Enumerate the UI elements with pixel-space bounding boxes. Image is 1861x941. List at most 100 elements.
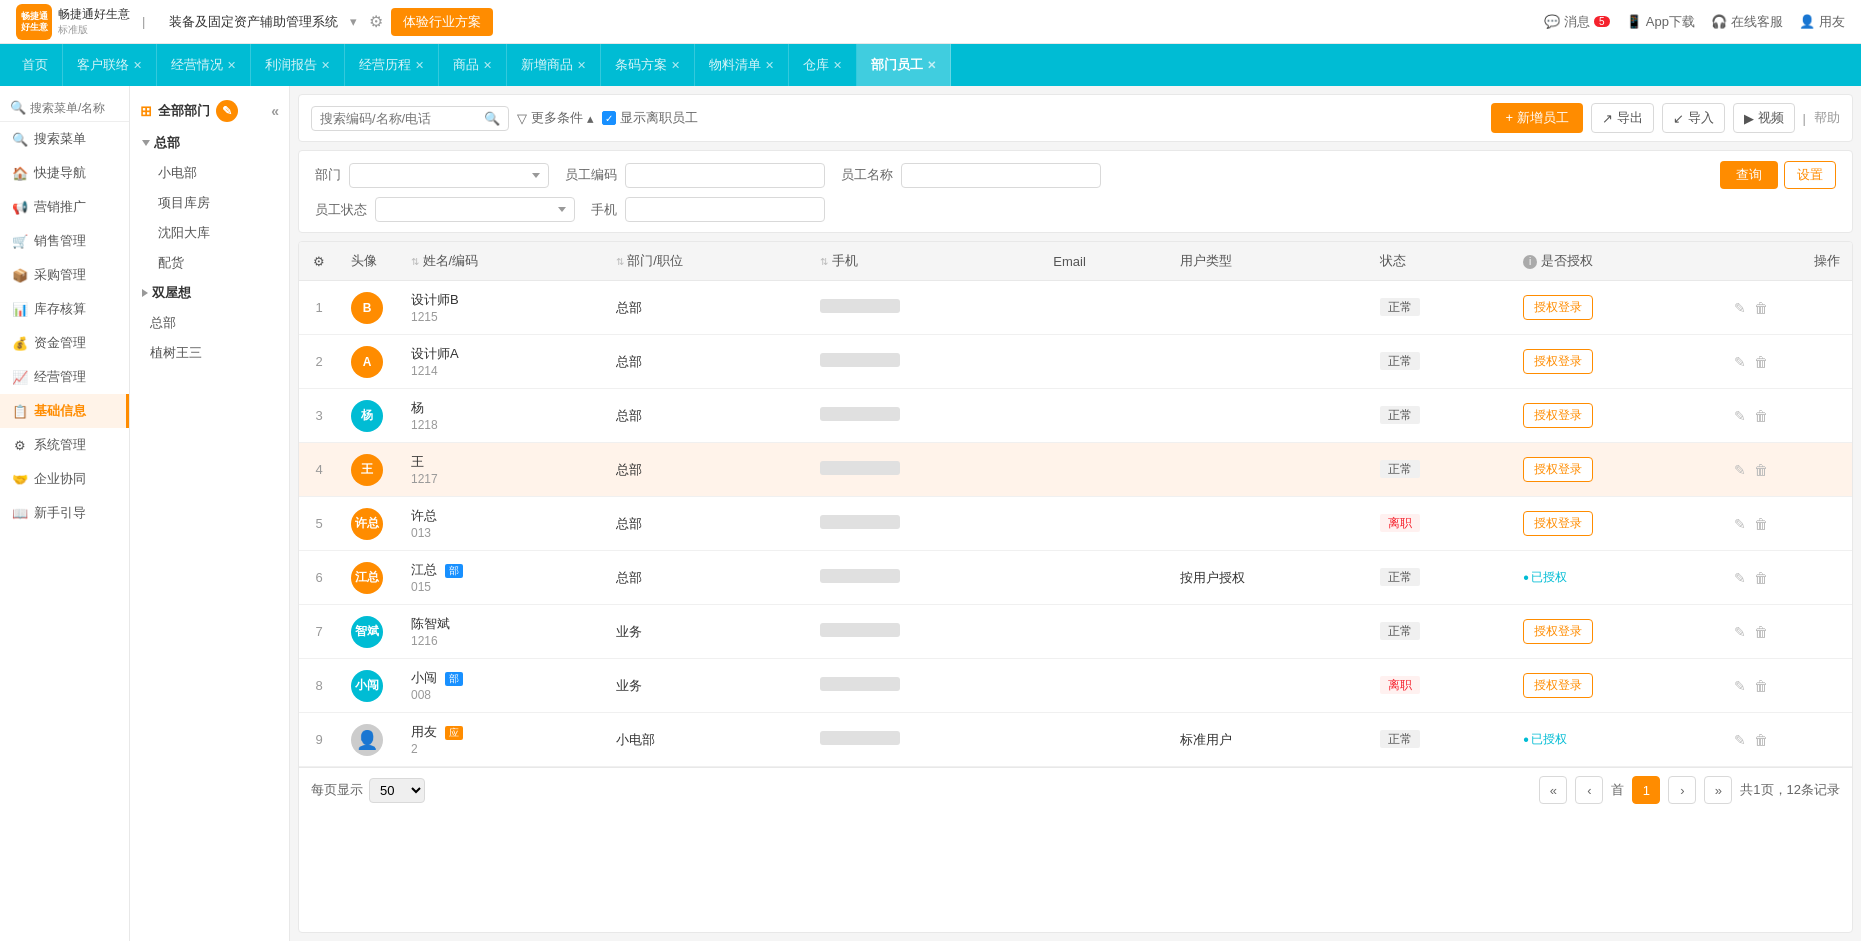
tab-close-warehouse[interactable]: ✕ xyxy=(833,59,842,72)
tab-bom[interactable]: 物料清单 ✕ xyxy=(695,44,789,86)
next-page-btn[interactable]: › xyxy=(1668,776,1696,804)
dept-collapse-button[interactable]: « xyxy=(271,103,279,119)
import-button[interactable]: ↙ 导入 xyxy=(1662,103,1725,133)
auth-login-button[interactable]: 授权登录 xyxy=(1523,673,1593,698)
emp-status-select[interactable] xyxy=(375,197,575,222)
tab-profit[interactable]: 利润报告 ✕ xyxy=(251,44,345,86)
dept-item-shenyang[interactable]: 沈阳大库 xyxy=(130,218,289,248)
col-settings[interactable]: ⚙ xyxy=(299,242,339,281)
set-button[interactable]: 设置 xyxy=(1784,161,1836,189)
col-settings-icon[interactable]: ⚙ xyxy=(313,254,325,269)
auth-login-button[interactable]: 授权登录 xyxy=(1523,511,1593,536)
dept-group-zongbu[interactable]: 总部 xyxy=(130,128,289,158)
sidebar-item-inventory[interactable]: 📊 库存核算 xyxy=(0,292,129,326)
prev-page-btn[interactable]: ‹ xyxy=(1575,776,1603,804)
dept-item-zongbu[interactable]: 总部 xyxy=(130,308,289,338)
delete-icon[interactable]: 🗑 xyxy=(1754,516,1768,532)
edit-icon[interactable]: ✎ xyxy=(1734,624,1746,640)
delete-icon[interactable]: 🗑 xyxy=(1754,570,1768,586)
more-filter-button[interactable]: ▽ 更多条件 ▴ xyxy=(517,109,594,127)
dept-item-peihuo[interactable]: 配货 xyxy=(130,248,289,278)
auth-login-button[interactable]: 授权登录 xyxy=(1523,403,1593,428)
emp-code-input[interactable] xyxy=(625,163,825,188)
col-name[interactable]: ⇅ 姓名/编码 xyxy=(399,242,604,281)
tab-close-barcode[interactable]: ✕ xyxy=(671,59,680,72)
add-employee-button[interactable]: + 新增员工 xyxy=(1491,103,1582,133)
sidebar-search-input[interactable] xyxy=(30,101,110,115)
tab-close-new-goods[interactable]: ✕ xyxy=(577,59,586,72)
sidebar-item-guide[interactable]: 📖 新手引导 xyxy=(0,496,129,530)
edit-icon[interactable]: ✎ xyxy=(1734,570,1746,586)
edit-icon[interactable]: ✎ xyxy=(1734,408,1746,424)
online-service-button[interactable]: 🎧 在线客服 xyxy=(1711,13,1783,31)
sidebar-item-sales[interactable]: 🛒 销售管理 xyxy=(0,224,129,258)
sort-phone-icon[interactable]: ⇅ xyxy=(820,256,828,267)
user-avatar[interactable]: 👤 用友 xyxy=(1799,13,1845,31)
delete-icon[interactable]: 🗑 xyxy=(1754,624,1768,640)
dept-item-zhishu[interactable]: 植树王三 xyxy=(130,338,289,368)
dept-edit-button[interactable]: ✎ xyxy=(216,100,238,122)
sidebar-item-basicinfo[interactable]: 📋 基础信息 xyxy=(0,394,129,428)
sidebar-item-operations[interactable]: 📈 经营管理 xyxy=(0,360,129,394)
tab-close-history[interactable]: ✕ xyxy=(415,59,424,72)
sort-dept-icon[interactable]: ⇅ xyxy=(616,256,624,267)
auth-login-button[interactable]: 授权登录 xyxy=(1523,457,1593,482)
message-button[interactable]: 💬 消息 5 xyxy=(1544,13,1610,31)
sort-name-icon[interactable]: ⇅ xyxy=(411,256,419,267)
edit-icon[interactable]: ✎ xyxy=(1734,354,1746,370)
query-button[interactable]: 查询 xyxy=(1720,161,1778,189)
sidebar-item-collab[interactable]: 🤝 企业协同 xyxy=(0,462,129,496)
sidebar-item-quicknav[interactable]: 🏠 快捷导航 xyxy=(0,156,129,190)
trial-button[interactable]: 体验行业方案 xyxy=(391,8,493,36)
edit-icon[interactable]: ✎ xyxy=(1734,678,1746,694)
search-input[interactable] xyxy=(320,111,480,126)
auth-login-button[interactable]: 授权登录 xyxy=(1523,619,1593,644)
tab-close-customer[interactable]: ✕ xyxy=(133,59,142,72)
resigned-checkbox[interactable]: ✓ xyxy=(602,111,616,125)
col-dept[interactable]: ⇅ 部门/职位 xyxy=(604,242,809,281)
page-1-btn[interactable]: 1 xyxy=(1632,776,1660,804)
edit-icon[interactable]: ✎ xyxy=(1734,732,1746,748)
tab-close-bom[interactable]: ✕ xyxy=(765,59,774,72)
app-download-button[interactable]: 📱 App下载 xyxy=(1626,13,1695,31)
tab-new-goods[interactable]: 新增商品 ✕ xyxy=(507,44,601,86)
help-icon[interactable]: 帮助 xyxy=(1814,109,1840,127)
first-page-btn[interactable]: « xyxy=(1539,776,1567,804)
delete-icon[interactable]: 🗑 xyxy=(1754,462,1768,478)
dept-item-project[interactable]: 项目库房 xyxy=(130,188,289,218)
tab-warehouse[interactable]: 仓库 ✕ xyxy=(789,44,857,86)
edit-icon[interactable]: ✎ xyxy=(1734,300,1746,316)
phone-input[interactable] xyxy=(625,197,825,222)
delete-icon[interactable]: 🗑 xyxy=(1754,732,1768,748)
dept-group-shuangwu[interactable]: 双屋想 xyxy=(130,278,289,308)
dept-item-xiaodian[interactable]: 小电部 xyxy=(130,158,289,188)
sidebar-item-purchase[interactable]: 📦 采购管理 xyxy=(0,258,129,292)
sidebar-item-search[interactable]: 🔍 搜索菜单 xyxy=(0,122,129,156)
settings-icon[interactable]: ⚙ xyxy=(369,12,383,31)
dropdown-arrow-icon[interactable]: ▾ xyxy=(350,14,357,29)
tab-customer[interactable]: 客户联络 ✕ xyxy=(63,44,157,86)
auth-login-button[interactable]: 授权登录 xyxy=(1523,295,1593,320)
emp-name-input[interactable] xyxy=(901,163,1101,188)
sidebar-item-marketing[interactable]: 📢 营销推广 xyxy=(0,190,129,224)
tab-close-employees[interactable]: ✕ xyxy=(927,59,936,72)
sidebar-item-finance[interactable]: 💰 资金管理 xyxy=(0,326,129,360)
video-button[interactable]: ▶ 视频 xyxy=(1733,103,1795,133)
per-page-select[interactable]: 50 100 xyxy=(369,778,425,803)
delete-icon[interactable]: 🗑 xyxy=(1754,408,1768,424)
tab-operation[interactable]: 经营情况 ✕ xyxy=(157,44,251,86)
delete-icon[interactable]: 🗑 xyxy=(1754,300,1768,316)
tab-goods[interactable]: 商品 ✕ xyxy=(439,44,507,86)
auth-login-button[interactable]: 授权登录 xyxy=(1523,349,1593,374)
dept-select[interactable] xyxy=(349,163,549,188)
search-icon[interactable]: 🔍 xyxy=(484,111,500,126)
tab-home[interactable]: 首页 xyxy=(8,44,63,86)
more-options-icon[interactable]: | xyxy=(1803,111,1806,126)
export-button[interactable]: ↗ 导出 xyxy=(1591,103,1654,133)
delete-icon[interactable]: 🗑 xyxy=(1754,678,1768,694)
tab-close-profit[interactable]: ✕ xyxy=(321,59,330,72)
edit-icon[interactable]: ✎ xyxy=(1734,516,1746,532)
sidebar-item-system[interactable]: ⚙ 系统管理 xyxy=(0,428,129,462)
tab-employees[interactable]: 部门员工 ✕ xyxy=(857,44,951,86)
tab-barcode[interactable]: 条码方案 ✕ xyxy=(601,44,695,86)
